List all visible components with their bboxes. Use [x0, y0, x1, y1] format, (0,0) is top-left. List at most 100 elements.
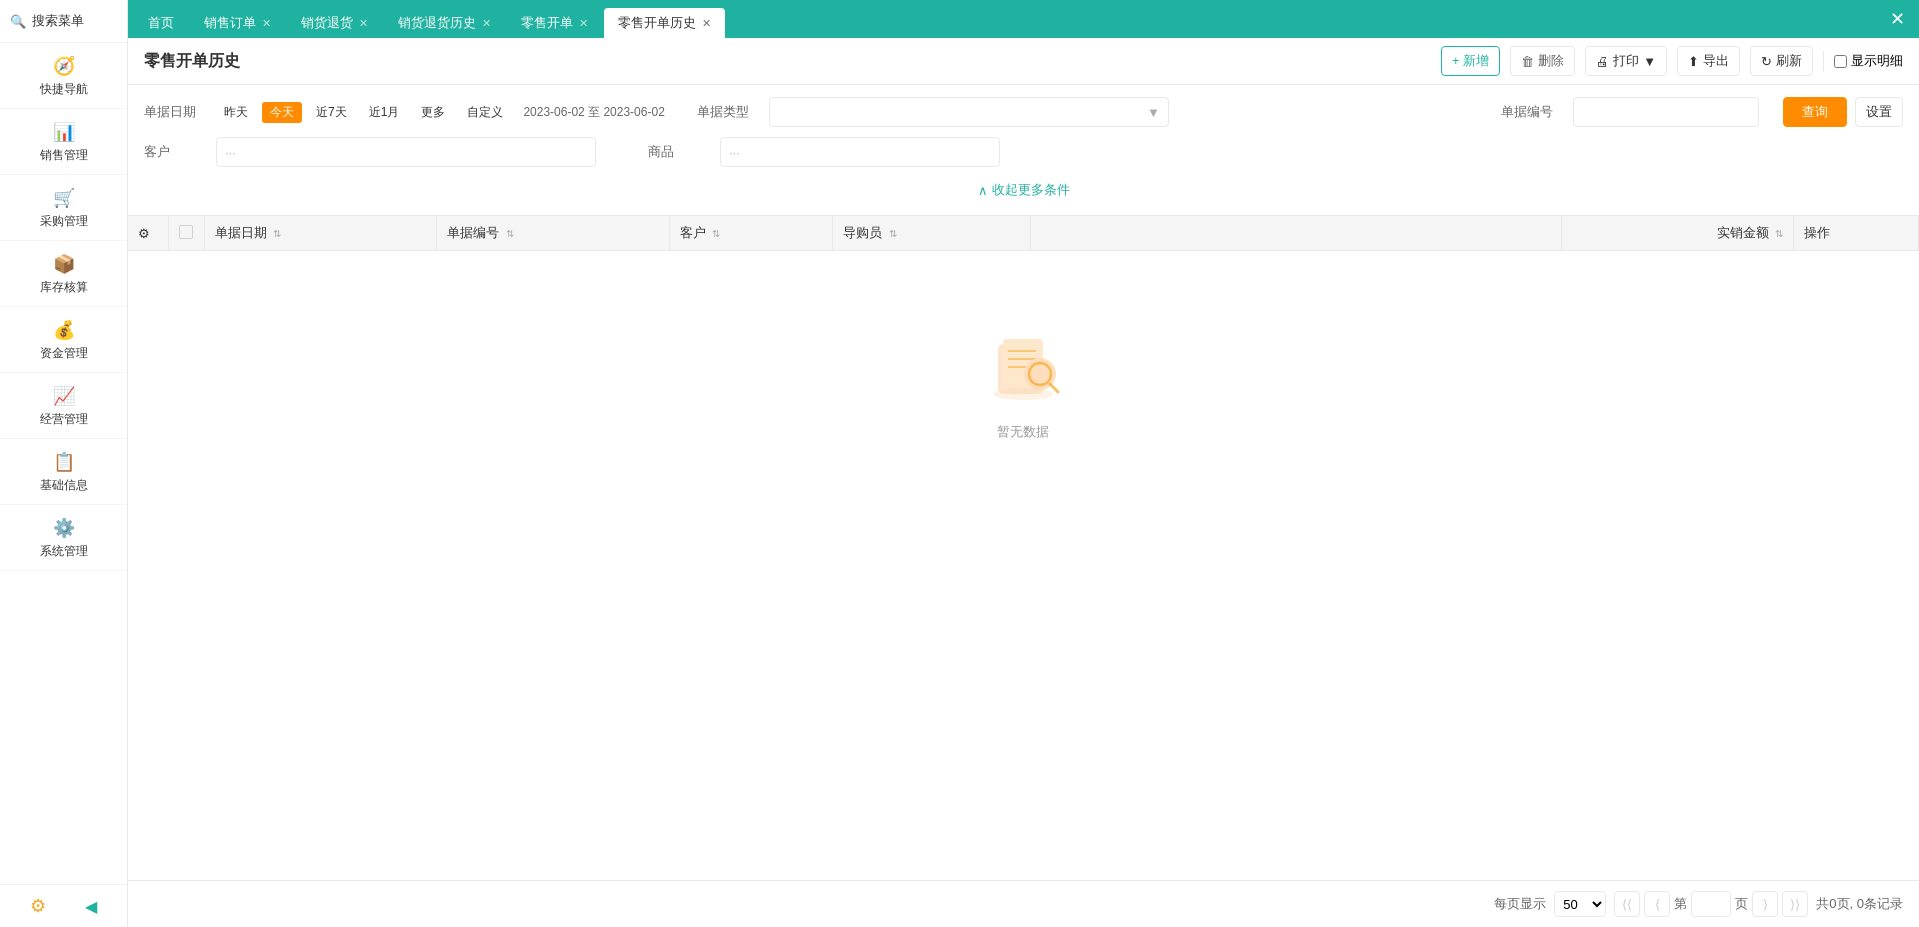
- tab-bar-right: ✕: [1882, 8, 1913, 30]
- date-opt-yesterday[interactable]: 昨天: [216, 102, 256, 123]
- th-customer-label: 客户: [680, 225, 706, 240]
- table-body: 暂无数据: [128, 251, 1919, 510]
- add-button[interactable]: + 新增: [1441, 46, 1500, 76]
- collapse-button[interactable]: ∧ 收起更多条件: [966, 177, 1082, 203]
- collapse-sidebar-icon[interactable]: ◀: [85, 897, 97, 916]
- next-page-btn[interactable]: ⟩: [1752, 891, 1778, 917]
- doc-type-section: 单据类型 ▼: [697, 97, 1469, 127]
- empty-state: 暂无数据: [138, 259, 1909, 501]
- th-customer[interactable]: 客户 ⇅: [669, 216, 833, 251]
- doc-type-arrow: ▼: [1147, 105, 1160, 120]
- export-icon: ⬆: [1688, 54, 1699, 69]
- sidebar-icon-sys-mgmt: ⚙️: [53, 517, 75, 539]
- header-checkbox[interactable]: [179, 225, 193, 239]
- tab-close-sales-return-history[interactable]: ✕: [482, 17, 491, 30]
- delete-button[interactable]: 🗑 删除: [1510, 46, 1575, 76]
- customer-sort-icon: ⇅: [712, 228, 720, 239]
- query-button[interactable]: 查询: [1783, 97, 1847, 127]
- refresh-button[interactable]: ↻ 刷新: [1750, 46, 1813, 76]
- date-opt-custom[interactable]: 自定义: [459, 102, 511, 123]
- last-page-btn[interactable]: ⟩⟩: [1782, 891, 1808, 917]
- prev-page-btn[interactable]: ⟨: [1644, 891, 1670, 917]
- per-page-label: 每页显示: [1494, 895, 1546, 913]
- customer-select[interactable]: ···: [216, 137, 596, 167]
- tab-bar: 首页销售订单✕销货退货✕销货退货历史✕零售开单✕零售开单历史✕ ✕: [128, 0, 1919, 38]
- main-content: 首页销售订单✕销货退货✕销货退货历史✕零售开单✕零售开单历史✕ ✕ 零售开单历史…: [128, 0, 1919, 927]
- tab-close-retail-open-history[interactable]: ✕: [702, 17, 711, 30]
- sidebar-item-basic-info[interactable]: 📋 基础信息: [0, 439, 127, 505]
- tab-label-sales-return-history: 销货退货历史: [398, 14, 476, 32]
- product-section: 商品 ···: [648, 137, 1000, 167]
- date-opt-more[interactable]: 更多: [413, 102, 453, 123]
- sidebar-item-inventory[interactable]: 📦 库存核算: [0, 241, 127, 307]
- tab-close-retail-open[interactable]: ✕: [579, 17, 588, 30]
- sidebar-icon-finance: 💰: [53, 319, 75, 341]
- settings-icon[interactable]: ⚙: [30, 895, 46, 917]
- window-close-icon[interactable]: ✕: [1882, 8, 1913, 30]
- tab-sales-return-history[interactable]: 销货退货历史 ✕: [384, 8, 505, 38]
- table-header-row: ⚙ 单据日期 ⇅ 单据编号 ⇅ 客户 ⇅: [128, 216, 1919, 251]
- empty-row: 暂无数据: [128, 251, 1919, 510]
- per-page-select[interactable]: 50 10 20 100: [1554, 891, 1606, 917]
- settings-button[interactable]: 设置: [1855, 97, 1903, 127]
- sidebar-item-purchase-mgmt[interactable]: 🛒 采购管理: [0, 175, 127, 241]
- th-check[interactable]: [168, 216, 204, 251]
- sidebar-item-finance[interactable]: 💰 资金管理: [0, 307, 127, 373]
- print-button[interactable]: 🖨 打印 ▼: [1585, 46, 1667, 76]
- date-opt-last-month[interactable]: 近1月: [361, 102, 408, 123]
- sidebar-icon-inventory: 📦: [53, 253, 75, 275]
- display-detail-label: 显示明细: [1851, 52, 1903, 70]
- filter-row-1: 单据日期 昨天今天近7天近1月更多自定义 2023-06-02 至 2023-0…: [144, 97, 1903, 127]
- page-title: 零售开单历史: [144, 51, 1441, 72]
- guide-sort-icon: ⇅: [889, 228, 897, 239]
- th-amount[interactable]: 实销金额 ⇅: [1561, 216, 1794, 251]
- sidebar-item-sys-mgmt[interactable]: ⚙️ 系统管理: [0, 505, 127, 571]
- data-table: ⚙ 单据日期 ⇅ 单据编号 ⇅ 客户 ⇅: [128, 216, 1919, 509]
- sidebar-search[interactable]: 🔍 搜索菜单: [0, 0, 127, 43]
- display-detail-checkbox[interactable]: [1834, 55, 1847, 68]
- th-date-label: 单据日期: [215, 225, 267, 240]
- first-page-btn[interactable]: ⟨⟨: [1614, 891, 1640, 917]
- amount-sort-icon: ⇅: [1775, 228, 1783, 239]
- doc-no-input[interactable]: [1573, 97, 1759, 127]
- tab-close-sales-return[interactable]: ✕: [359, 17, 368, 30]
- tab-home[interactable]: 首页: [134, 8, 188, 38]
- doc-type-select[interactable]: ▼: [769, 97, 1169, 127]
- date-opt-last7[interactable]: 近7天: [308, 102, 355, 123]
- sidebar: 🔍 搜索菜单 🧭 快捷导航 📊 销售管理 🛒 采购管理 📦 库存核算 💰 资金管…: [0, 0, 128, 927]
- sidebar-item-sales-mgmt[interactable]: 📊 销售管理: [0, 109, 127, 175]
- tab-sales-return[interactable]: 销货退货 ✕: [287, 8, 382, 38]
- sidebar-label-quick-nav: 快捷导航: [40, 81, 88, 98]
- sidebar-bottom: ⚙ ◀: [0, 884, 127, 927]
- refresh-icon: ↻: [1761, 54, 1772, 69]
- th-guide[interactable]: 导购员 ⇅: [833, 216, 1031, 251]
- tab-retail-open[interactable]: 零售开单✕: [507, 8, 602, 38]
- tab-close-sales-order[interactable]: ✕: [262, 17, 271, 30]
- th-no[interactable]: 单据编号 ⇅: [437, 216, 670, 251]
- svg-line-8: [1050, 384, 1058, 392]
- search-icon: 🔍: [10, 14, 26, 29]
- no-sort-icon: ⇅: [506, 228, 514, 239]
- date-opt-today[interactable]: 今天: [262, 102, 302, 123]
- date-sort-icon: ⇅: [273, 228, 281, 239]
- customer-label: 客户: [144, 143, 204, 161]
- empty-cell: 暂无数据: [128, 251, 1919, 510]
- page-input[interactable]: 1: [1691, 891, 1731, 917]
- sidebar-label-sales-mgmt: 销售管理: [40, 147, 88, 164]
- tab-label-sales-return: 销货退货: [301, 14, 353, 32]
- tab-label-home: 首页: [148, 14, 174, 32]
- th-settings[interactable]: ⚙: [128, 216, 168, 251]
- th-spacer: [1031, 216, 1562, 251]
- sidebar-item-operation[interactable]: 📈 经营管理: [0, 373, 127, 439]
- th-no-label: 单据编号: [447, 225, 499, 240]
- tab-sales-order[interactable]: 销售订单✕: [190, 8, 285, 38]
- doc-no-section: 单据编号: [1501, 97, 1759, 127]
- tab-retail-open-history[interactable]: 零售开单历史✕: [604, 8, 725, 38]
- sidebar-label-basic-info: 基础信息: [40, 477, 88, 494]
- sidebar-item-quick-nav[interactable]: 🧭 快捷导航: [0, 43, 127, 109]
- sidebar-icon-basic-info: 📋: [53, 451, 75, 473]
- product-select[interactable]: ···: [720, 137, 1000, 167]
- display-detail-toggle[interactable]: 显示明细: [1834, 52, 1903, 70]
- th-date[interactable]: 单据日期 ⇅: [204, 216, 437, 251]
- export-button[interactable]: ⬆ 导出: [1677, 46, 1740, 76]
